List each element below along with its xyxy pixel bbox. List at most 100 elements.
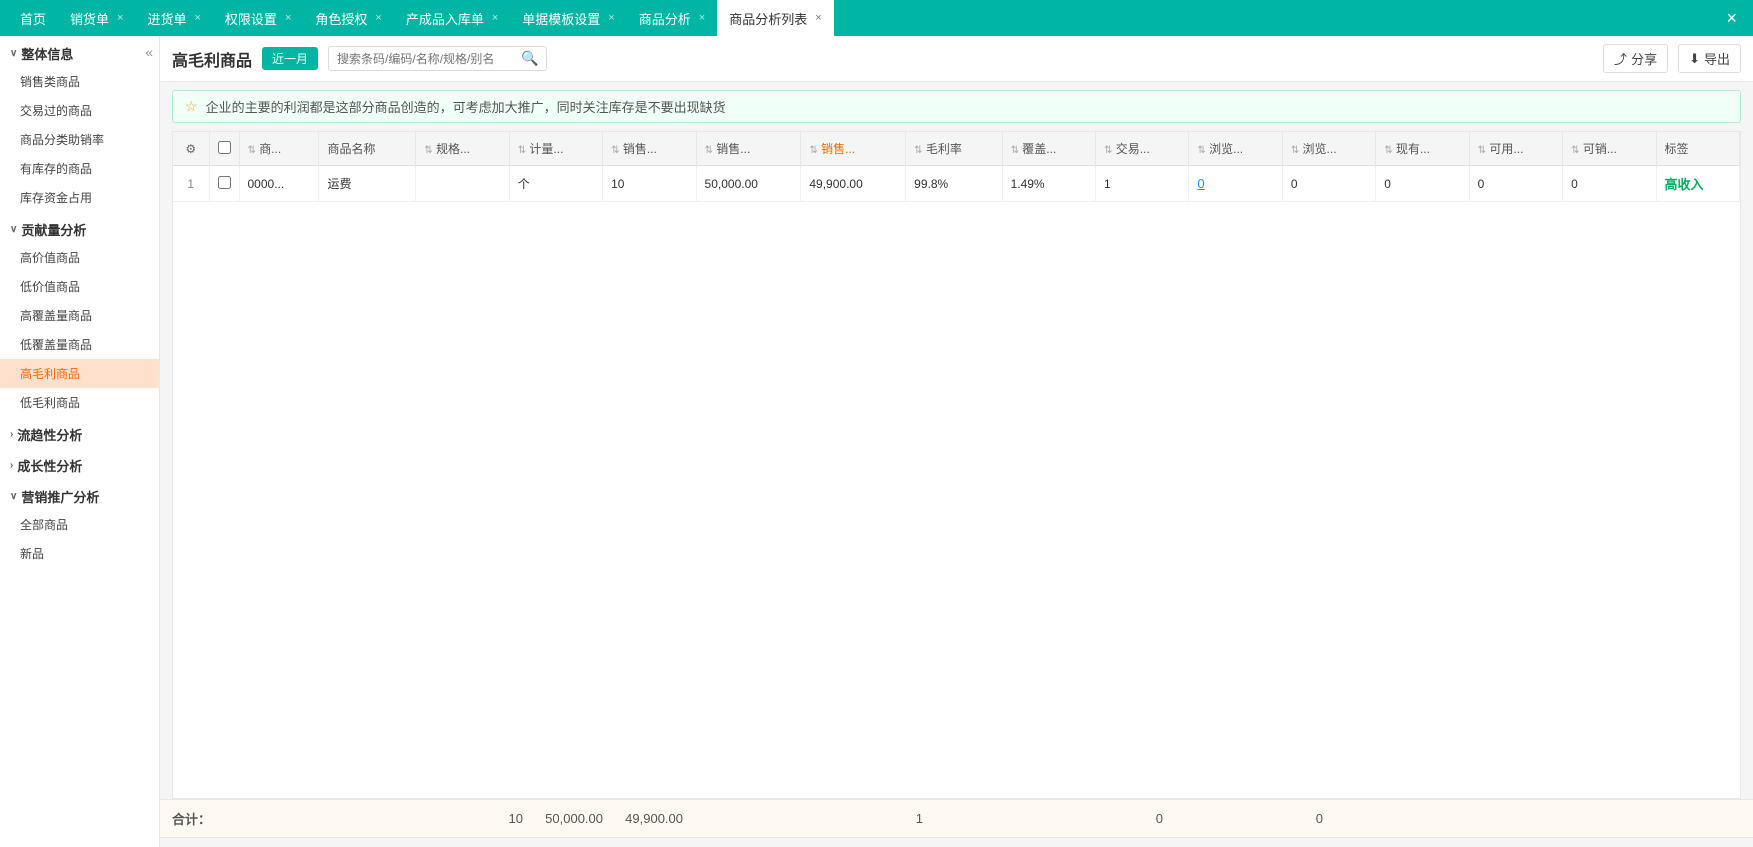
sidebar-section-overall[interactable]: ∨ 整体信息 bbox=[0, 36, 159, 67]
footer-label: 合计： bbox=[172, 809, 211, 828]
data-table-wrapper[interactable]: ⚙ ⇅ 商... 商品名称 ⇅ 规格... ⇅ 计量... ⇅ 销售... ⇅ … bbox=[172, 131, 1741, 799]
sidebar-section-flow[interactable]: › 流趋性分析 bbox=[0, 417, 159, 448]
nav-tab-purchase[interactable]: 进货单 × bbox=[135, 0, 212, 36]
sidebar-item-category-assist[interactable]: 商品分类助销率 bbox=[0, 125, 159, 154]
row-checkbox[interactable] bbox=[209, 166, 239, 202]
row-view2: 0 bbox=[1282, 166, 1375, 202]
share-btn[interactable]: ⤴ 分享 bbox=[1603, 44, 1668, 73]
row-tag: 高收入 bbox=[1656, 166, 1739, 202]
horizontal-scrollbar[interactable] bbox=[160, 837, 1753, 847]
page-title: 高毛利商品 bbox=[172, 47, 252, 71]
share-icon: ⤴ bbox=[1614, 49, 1627, 68]
sidebar-item-low-value[interactable]: 低价值商品 bbox=[0, 272, 159, 301]
row-unit: 个 bbox=[509, 166, 602, 202]
search-input[interactable] bbox=[337, 52, 517, 66]
close-permission-tab[interactable]: × bbox=[285, 12, 291, 24]
sidebar-item-stock-capital[interactable]: 库存资金占用 bbox=[0, 183, 159, 212]
row-name: 运费 bbox=[319, 166, 416, 202]
col-stock-current: ⇅ 现有... bbox=[1376, 132, 1469, 166]
row-stock-current: 0 bbox=[1376, 166, 1469, 202]
footer-total-bar: 合计： 10 50,000.00 49,900.00 1 0 0 bbox=[160, 799, 1753, 837]
nav-tab-role[interactable]: 角色授权 × bbox=[303, 0, 393, 36]
col-view1: ⇅ 浏览... bbox=[1189, 132, 1282, 166]
col-checkbox[interactable] bbox=[209, 132, 239, 166]
info-banner: ☆ 企业的主要的利润都是这部分商品创造的，可考虑加大推广，同时关注库存是不要出现… bbox=[172, 90, 1741, 123]
close-template-tab[interactable]: × bbox=[608, 12, 614, 24]
col-coverage: ⇅ 覆盖... bbox=[1002, 132, 1095, 166]
sidebar-item-instock-goods[interactable]: 有库存的商品 bbox=[0, 154, 159, 183]
col-sales-count: ⇅ 销售... bbox=[603, 132, 696, 166]
footer-sales-profit: 49,900.00 bbox=[611, 811, 691, 826]
row-coverage: 1.49% bbox=[1002, 166, 1095, 202]
footer-transaction: 1 bbox=[851, 811, 931, 826]
col-sales-amount: ⇅ 销售... bbox=[696, 132, 801, 166]
nav-tab-permission[interactable]: 权限设置 × bbox=[213, 0, 303, 36]
col-unit: ⇅ 计量... bbox=[509, 132, 602, 166]
sidebar-section-contribution[interactable]: ∨ 贡献量分析 bbox=[0, 212, 159, 243]
close-purchase-tab[interactable]: × bbox=[194, 12, 200, 24]
row-num: 1 bbox=[173, 166, 209, 202]
row-transaction: 1 bbox=[1095, 166, 1188, 202]
col-settings[interactable]: ⚙ bbox=[173, 132, 209, 166]
nav-tab-warehouse[interactable]: 产成品入库单 × bbox=[394, 0, 510, 36]
sidebar-item-low-coverage[interactable]: 低覆盖量商品 bbox=[0, 330, 159, 359]
info-icon: ☆ bbox=[185, 98, 198, 115]
filter-month-btn[interactable]: 近一月 bbox=[262, 47, 318, 70]
col-sales-profit: ⇅ 销售... bbox=[801, 132, 906, 166]
sidebar-item-sales-goods[interactable]: 销售类商品 bbox=[0, 67, 159, 96]
row-code: 0000... bbox=[239, 166, 319, 202]
nav-tab-sales[interactable]: 销货单 × bbox=[58, 0, 135, 36]
footer-stock-sellable: 0 bbox=[1251, 811, 1331, 826]
nav-tab-analysis-list[interactable]: 商品分析列表 × bbox=[717, 0, 833, 36]
sidebar-section-growth[interactable]: › 成长性分析 bbox=[0, 448, 159, 479]
close-analysis-list-tab[interactable]: × bbox=[815, 12, 821, 24]
sidebar: « ∨ 整体信息 销售类商品 交易过的商品 商品分类助销率 有库存的商品 库存资… bbox=[0, 36, 160, 847]
footer-sales-amount: 50,000.00 bbox=[531, 811, 611, 826]
sidebar-item-traded-goods[interactable]: 交易过的商品 bbox=[0, 96, 159, 125]
footer-sales-count: 10 bbox=[451, 811, 531, 826]
col-stock-sellable: ⇅ 可销... bbox=[1563, 132, 1656, 166]
export-btn[interactable]: ⬇ 导出 bbox=[1678, 44, 1741, 73]
close-sales-tab[interactable]: × bbox=[117, 12, 123, 24]
col-stock-available: ⇅ 可用... bbox=[1469, 132, 1562, 166]
sidebar-item-all-goods[interactable]: 全部商品 bbox=[0, 510, 159, 539]
col-gross-margin: ⇅ 毛利率 bbox=[906, 132, 1002, 166]
arrow-contribution: ∨ bbox=[10, 224, 17, 235]
row-gross-margin: 99.8% bbox=[906, 166, 1002, 202]
row-stock-sellable: 0 bbox=[1563, 166, 1656, 202]
content-area: 高毛利商品 近一月 🔍 ⤴ 分享 ⬇ 导出 ☆ 企业的主要的利润都是这部分商品创… bbox=[160, 36, 1753, 847]
sidebar-item-high-margin[interactable]: 高毛利商品 bbox=[0, 359, 159, 388]
row-stock-available: 0 bbox=[1469, 166, 1562, 202]
col-transaction: ⇅ 交易... bbox=[1095, 132, 1188, 166]
close-all-btn[interactable]: × bbox=[1718, 8, 1745, 29]
sidebar-collapse-btn[interactable]: « bbox=[145, 44, 153, 60]
row-spec bbox=[416, 166, 509, 202]
sidebar-item-new-goods[interactable]: 新品 bbox=[0, 539, 159, 568]
top-nav: 首页 销货单 × 进货单 × 权限设置 × 角色授权 × 产成品入库单 × 单据… bbox=[0, 0, 1753, 36]
export-icon: ⬇ bbox=[1689, 51, 1700, 67]
row-sales-profit: 49,900.00 bbox=[801, 166, 906, 202]
nav-tab-analysis[interactable]: 商品分析 × bbox=[627, 0, 717, 36]
data-table: ⚙ ⇅ 商... 商品名称 ⇅ 规格... ⇅ 计量... ⇅ 销售... ⇅ … bbox=[173, 132, 1740, 202]
row-view1[interactable]: 0 bbox=[1189, 166, 1282, 202]
row-sales-amount: 50,000.00 bbox=[696, 166, 801, 202]
close-warehouse-tab[interactable]: × bbox=[492, 12, 498, 24]
close-analysis-tab[interactable]: × bbox=[699, 12, 705, 24]
arrow-marketing: ∨ bbox=[10, 491, 17, 502]
search-box: 🔍 bbox=[328, 46, 547, 71]
nav-tab-template[interactable]: 单据模板设置 × bbox=[510, 0, 626, 36]
nav-tab-home[interactable]: 首页 bbox=[8, 0, 58, 36]
arrow-overall: ∨ bbox=[10, 48, 17, 59]
content-header: 高毛利商品 近一月 🔍 ⤴ 分享 ⬇ 导出 bbox=[160, 36, 1753, 82]
sidebar-item-low-margin[interactable]: 低毛利商品 bbox=[0, 388, 159, 417]
col-tag: 标签 bbox=[1656, 132, 1739, 166]
arrow-flow: › bbox=[10, 429, 13, 440]
search-icon[interactable]: 🔍 bbox=[521, 50, 538, 67]
sidebar-section-marketing[interactable]: ∨ 营销推广分析 bbox=[0, 479, 159, 510]
sidebar-item-high-value[interactable]: 高价值商品 bbox=[0, 243, 159, 272]
col-name: 商品名称 bbox=[319, 132, 416, 166]
sidebar-item-high-coverage[interactable]: 高覆盖量商品 bbox=[0, 301, 159, 330]
close-role-tab[interactable]: × bbox=[375, 12, 381, 24]
select-all-checkbox[interactable] bbox=[218, 141, 231, 154]
row-sales-count: 10 bbox=[603, 166, 696, 202]
